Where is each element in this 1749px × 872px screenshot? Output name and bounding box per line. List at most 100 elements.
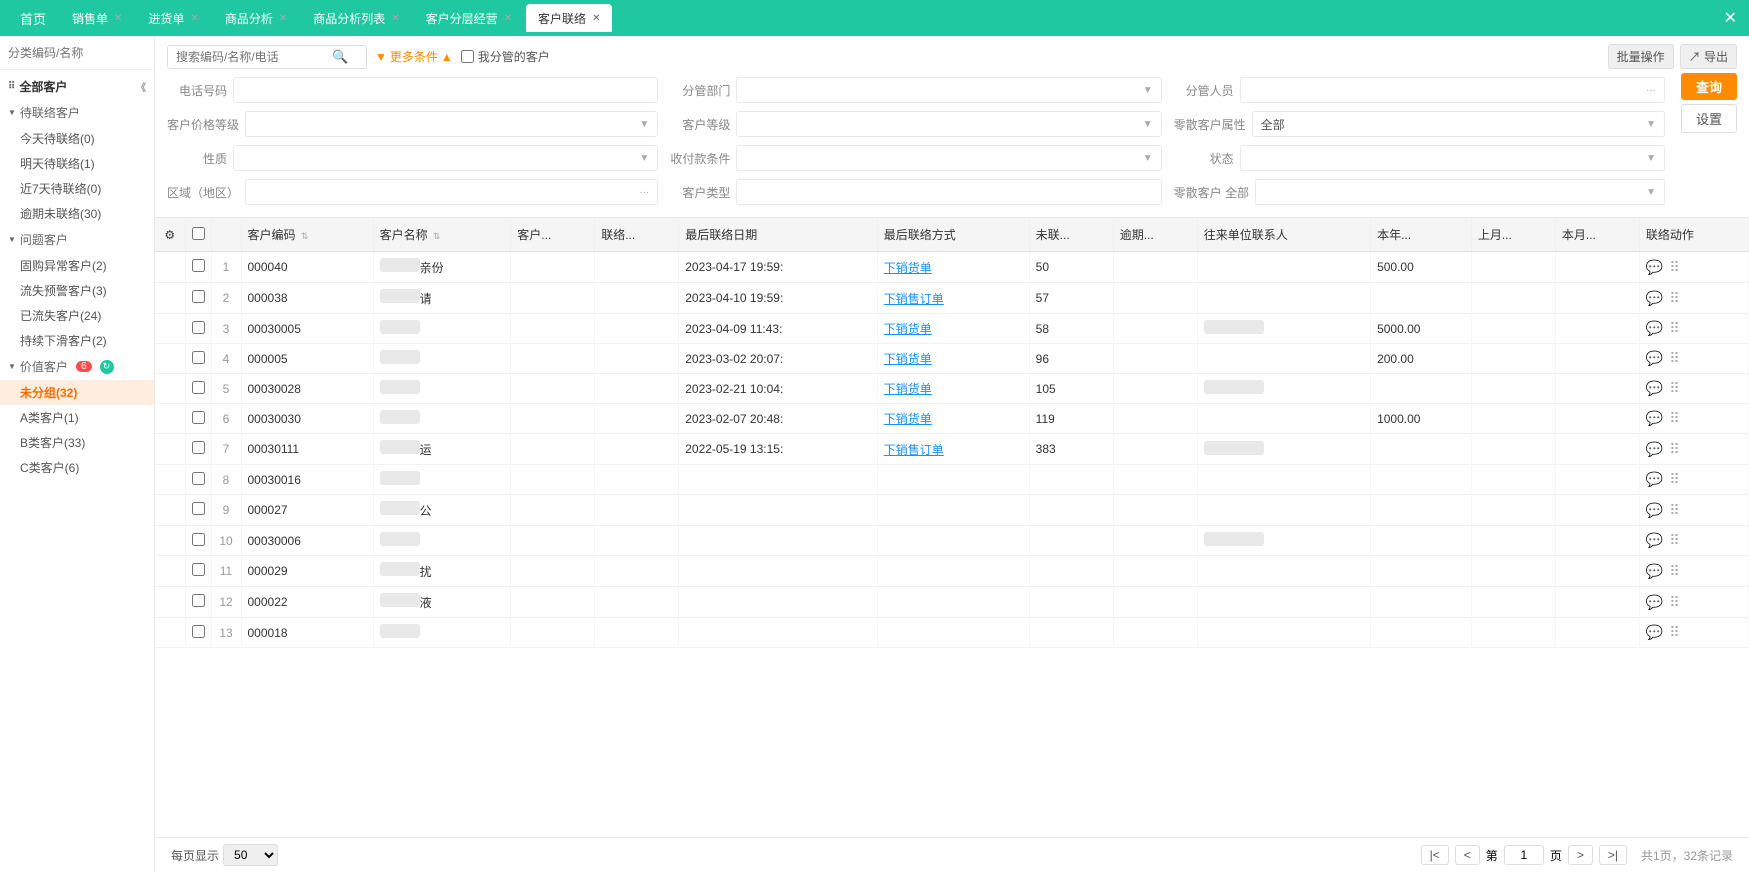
close-customer-tier[interactable]: ✕ [504,13,512,24]
select-all-checkbox[interactable] [192,227,205,240]
person-select[interactable]: ··· [1240,77,1665,103]
tab-customer-tier[interactable]: 客户分层经营 ✕ [414,4,524,32]
payment-select[interactable]: ▼ [736,145,1161,171]
scattered-attr-select[interactable]: 全部▼ [1252,111,1665,137]
more-icon[interactable]: ⠿ [1669,502,1679,519]
contact-icon[interactable]: 💬 [1646,563,1663,580]
refresh-icon[interactable]: ↻ [100,360,114,374]
row-checkbox[interactable] [192,594,205,607]
last-method-link[interactable]: 下销售订单 [884,443,944,457]
row-last-method[interactable]: 下销货单 [877,252,1029,283]
sidebar-item-b-class[interactable]: B类客户(33) [0,430,154,455]
main-search-icon[interactable]: 🔍 [332,49,348,65]
row-checkbox-cell[interactable] [185,465,211,495]
close-product-analysis[interactable]: ✕ [279,13,287,24]
status-select[interactable]: ▼ [1240,145,1665,171]
sidebar-item-churn-warning[interactable]: 流失预警客户(3) [0,278,154,303]
row-checkbox-cell[interactable] [185,283,211,314]
contact-icon[interactable]: 💬 [1646,290,1663,307]
row-checkbox-cell[interactable] [185,526,211,556]
row-checkbox[interactable] [192,351,205,364]
row-last-method[interactable]: 下销货单 [877,374,1029,404]
last-method-link[interactable]: 下销货单 [884,261,932,275]
row-checkbox[interactable] [192,411,205,424]
nature-select[interactable]: ▼ [233,145,658,171]
contact-icon[interactable]: 💬 [1646,259,1663,276]
row-checkbox-cell[interactable] [185,404,211,434]
more-icon[interactable]: ⠿ [1669,320,1679,337]
last-method-link[interactable]: 下销货单 [884,412,932,426]
row-checkbox-cell[interactable] [185,434,211,465]
name-col[interactable]: 客户名称 ⇅ [373,218,511,252]
contact-icon[interactable]: 💬 [1646,532,1663,549]
more-icon[interactable]: ⠿ [1669,594,1679,611]
row-checkbox[interactable] [192,441,205,454]
query-button[interactable]: 查询 [1681,73,1737,100]
customer-level-select[interactable]: ▼ [736,111,1161,137]
export-button[interactable]: ↗ 导出 [1680,44,1737,69]
more-icon[interactable]: ⠿ [1669,441,1679,458]
row-checkbox[interactable] [192,472,205,485]
problem-section-title[interactable]: ▼ 问题客户 [0,226,154,253]
price-level-select[interactable]: ▼ [245,111,658,137]
more-icon[interactable]: ⠿ [1669,563,1679,580]
tab-sales-order[interactable]: 销售单 ✕ [60,4,134,32]
last-date-col[interactable]: 最后联络日期 [679,218,878,252]
unit-contact-col[interactable]: 往来单位联系人 [1197,218,1370,252]
row-checkbox-cell[interactable] [185,556,211,587]
last-month-col[interactable]: 上月... [1471,218,1555,252]
contact-icon[interactable]: 💬 [1646,380,1663,397]
row-last-method[interactable]: 下销货单 [877,314,1029,344]
my-customers-check[interactable] [461,50,474,63]
overdue-col[interactable]: 逾期... [1113,218,1197,252]
tab-purchase-order[interactable]: 进货单 ✕ [136,4,210,32]
this-month-col[interactable]: 本月... [1555,218,1639,252]
scattered-customer-select[interactable]: ▼ [1255,179,1665,205]
more-conditions-btn[interactable]: ▼ 更多条件 ▲ [375,48,453,65]
row-last-method[interactable]: 下销售订单 [877,434,1029,465]
close-customer-contact[interactable]: ✕ [592,13,600,24]
contact-icon[interactable]: 💬 [1646,502,1663,519]
all-customers-header[interactable]: ⠿ 全部客户 《 [0,70,154,99]
sidebar-item-declining[interactable]: 持续下滑客户(2) [0,328,154,353]
more-icon[interactable]: ⠿ [1669,410,1679,427]
more-icon[interactable]: ⠿ [1669,532,1679,549]
more-icon[interactable]: ⠿ [1669,350,1679,367]
customer-type-col[interactable]: 客户... [511,218,595,252]
next-page-button[interactable]: > [1568,845,1593,865]
row-checkbox[interactable] [192,381,205,394]
page-number-input[interactable] [1504,845,1544,865]
contact-icon[interactable]: 💬 [1646,624,1663,641]
contact-icon[interactable]: 💬 [1646,320,1663,337]
last-method-col[interactable]: 最后联络方式 [877,218,1029,252]
sidebar-collapse-icon[interactable]: 《 [136,79,146,94]
main-search-input[interactable] [176,50,326,64]
checkbox-col[interactable] [185,218,211,252]
row-checkbox-cell[interactable] [185,314,211,344]
tab-customer-contact[interactable]: 客户联络 ✕ [526,4,612,32]
row-checkbox[interactable] [192,533,205,546]
last-method-link[interactable]: 下销货单 [884,382,932,396]
first-page-button[interactable]: |< [1421,845,1449,865]
row-checkbox[interactable] [192,563,205,576]
sidebar-item-today-pending[interactable]: 今天待联络(0) [0,126,154,151]
customer-type-select[interactable] [736,179,1161,205]
contact-icon[interactable]: 💬 [1646,350,1663,367]
row-last-method[interactable]: 下销货单 [877,344,1029,374]
sidebar-item-a-class[interactable]: A类客户(1) [0,405,154,430]
row-last-method[interactable]: 下销售订单 [877,283,1029,314]
sidebar-item-c-class[interactable]: C类客户(6) [0,455,154,480]
contact-icon[interactable]: 💬 [1646,441,1663,458]
row-checkbox[interactable] [192,290,205,303]
tab-product-analysis[interactable]: 商品分析 ✕ [213,4,299,32]
home-tab[interactable]: 首页 [8,9,58,28]
pending-section-title[interactable]: ▼ 待联络客户 [0,99,154,126]
last-page-button[interactable]: >| [1599,845,1627,865]
row-checkbox-cell[interactable] [185,252,211,283]
reset-button[interactable]: 设置 [1681,104,1737,133]
batch-ops-button[interactable]: 批量操作 [1608,44,1674,69]
contact-col[interactable]: 联络... [595,218,679,252]
tab-product-analysis-list[interactable]: 商品分析列表 ✕ [301,4,411,32]
more-icon[interactable]: ⠿ [1669,290,1679,307]
row-checkbox-cell[interactable] [185,374,211,404]
